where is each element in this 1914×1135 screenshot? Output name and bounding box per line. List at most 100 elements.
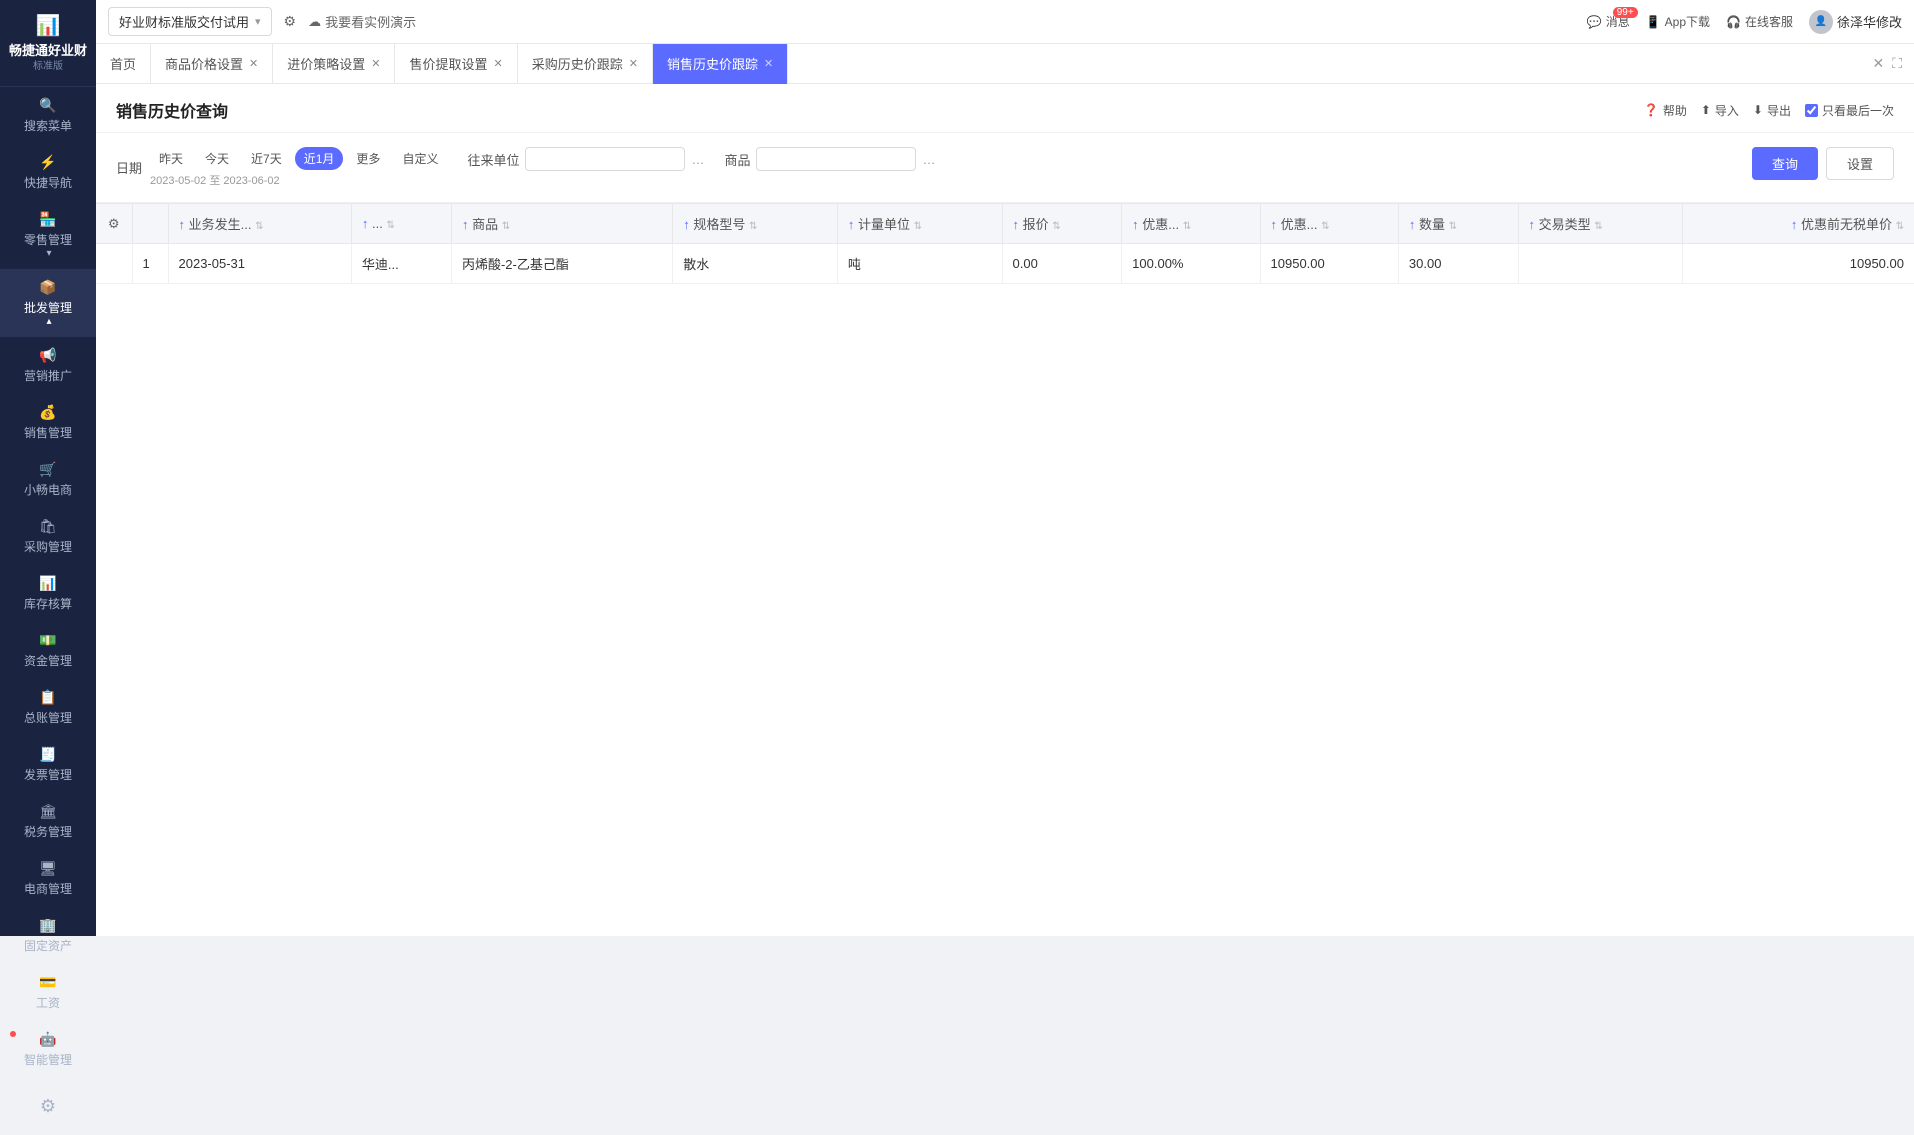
date-btn-more[interactable]: 更多 <box>347 147 389 170</box>
app-download-button[interactable]: 📱 App下载 <box>1646 13 1710 30</box>
sales-icon: 💰 <box>39 404 56 421</box>
quicknav-icon: ⚡ <box>39 154 56 171</box>
product-label: 好业财标准版交付试用 <box>119 12 249 31</box>
close-icon[interactable]: ✕ <box>494 57 503 70</box>
sidebar-item-label: 搜索菜单 <box>24 117 72 134</box>
th-goods[interactable]: ↑ 商品 ⇅ <box>451 204 672 244</box>
sidebar-item-search[interactable]: 🔍 搜索菜单 <box>0 87 96 144</box>
tab-sale-price-extract[interactable]: 售价提取设置 ✕ <box>395 44 517 84</box>
invoice-icon: 🧾 <box>39 746 56 763</box>
date-btn-yesterday[interactable]: 昨天 <box>150 147 192 170</box>
sidebar-item-label: 资金管理 <box>24 652 72 669</box>
help-button[interactable]: ❓ 帮助 <box>1644 102 1687 119</box>
maximize-icon[interactable]: ⛶ <box>1892 55 1902 72</box>
th-extra[interactable]: ↑ ... ⇅ <box>351 204 451 244</box>
message-button[interactable]: 💬 消息 99+ <box>1587 13 1630 30</box>
demo-button[interactable]: ☁ 我要看实例演示 <box>308 12 416 31</box>
avatar: 👤 <box>1809 10 1833 34</box>
page-header-actions: ❓ 帮助 ⬆ 导入 ⬇ 导出 只看最后一次 <box>1644 102 1894 119</box>
query-button[interactable]: 查询 <box>1752 147 1818 180</box>
sidebar-bottom: ⚙ <box>0 1078 96 1135</box>
tab-sales-history-label: 销售历史价跟踪 <box>667 54 758 73</box>
sidebar-item-tax[interactable]: 🏛 税务管理 <box>0 793 96 850</box>
date-range-display: 2023-05-02 至 2023-06-02 <box>150 172 447 188</box>
table-row[interactable]: 1 2023-05-31 华迪... 丙烯酸-2-乙基己酯 散水 吨 0.00 … <box>96 244 1914 284</box>
tab-home[interactable]: 首页 <box>96 44 151 84</box>
sidebar-item-ledger[interactable]: 📋 总账管理 <box>0 679 96 736</box>
date-btn-custom[interactable]: 自定义 <box>393 147 447 170</box>
demo-label: 我要看实例演示 <box>325 12 416 31</box>
sidebar-item-ecommerce[interactable]: 🖥 电商管理 <box>0 850 96 907</box>
sidebar-item-salary[interactable]: 💳 工资 <box>0 964 96 1021</box>
close-icon[interactable]: ✕ <box>629 57 638 70</box>
only-last-input[interactable] <box>1805 104 1818 117</box>
sidebar-item-label: 营销推广 <box>24 367 72 384</box>
th-price[interactable]: ↑ 报价 ⇅ <box>1002 204 1122 244</box>
sidebar-item-ecommerce-small[interactable]: 🛒 小畅电商 <box>0 451 96 508</box>
th-spec[interactable]: ↑ 规格型号 ⇅ <box>673 204 838 244</box>
product-selector[interactable]: 好业财标准版交付试用 ▾ <box>108 7 272 36</box>
th-unit[interactable]: ↑ 计量单位 ⇅ <box>837 204 1002 244</box>
export-icon: ⬇ <box>1753 103 1763 117</box>
th-discount2[interactable]: ↑ 优惠... ⇅ <box>1260 204 1398 244</box>
partner-label: 往来单位 <box>467 150 519 169</box>
sidebar-item-inventory[interactable]: 📊 库存核算 <box>0 565 96 622</box>
only-last-checkbox[interactable]: 只看最后一次 <box>1805 102 1894 119</box>
sidebar-item-retail[interactable]: 🏪 零售管理 ▾ <box>0 201 96 269</box>
tab-purchase-history[interactable]: 采购历史价跟踪 ✕ <box>518 44 653 84</box>
sort-icon: ⇅ <box>1052 221 1060 232</box>
th-date[interactable]: ↑ 业务发生... ⇅ <box>168 204 351 244</box>
settings-icon[interactable]: ⚙ <box>32 1088 64 1125</box>
cell-num: 1 <box>132 244 168 284</box>
online-service-label: 在线客服 <box>1745 13 1793 30</box>
sort-up-icon: ↑ <box>1529 217 1536 232</box>
sidebar-item-label: 总账管理 <box>24 709 72 726</box>
sidebar-item-marketing[interactable]: 📢 营销推广 <box>0 337 96 394</box>
sidebar-item-finance[interactable]: 💵 资金管理 <box>0 622 96 679</box>
gear-icon: ⚙ <box>108 216 120 231</box>
th-pretax-price[interactable]: ↑ 优惠前无税单价 ⇅ <box>1683 204 1914 244</box>
tab-sales-history[interactable]: 销售历史价跟踪 ✕ <box>653 44 788 84</box>
message-badge: 99+ <box>1613 7 1638 18</box>
sidebar-item-sales[interactable]: 💰 销售管理 <box>0 394 96 451</box>
date-btn-1month[interactable]: 近1月 <box>295 147 344 170</box>
goods-more-icon[interactable]: … <box>922 152 935 167</box>
sidebar-item-ai[interactable]: 🤖 智能管理 <box>0 1021 96 1078</box>
partner-input[interactable] <box>525 147 685 171</box>
import-button[interactable]: ⬆ 导入 <box>1701 102 1739 119</box>
settings-button[interactable]: 设置 <box>1826 147 1894 180</box>
gear-icon[interactable]: ⚙ <box>284 13 297 30</box>
close-icon[interactable]: ✕ <box>249 57 258 70</box>
online-service-button[interactable]: 🎧 在线客服 <box>1726 13 1793 30</box>
partner-more-icon[interactable]: … <box>691 152 704 167</box>
close-icon[interactable]: ✕ <box>764 57 773 70</box>
th-num[interactable] <box>132 204 168 244</box>
sidebar-item-label: 发票管理 <box>24 766 72 783</box>
ecommerce-small-icon: 🛒 <box>39 461 56 478</box>
th-trade-type[interactable]: ↑ 交易类型 ⇅ <box>1518 204 1683 244</box>
sort-icon: ⇅ <box>1183 221 1191 232</box>
date-btn-today[interactable]: 今天 <box>196 147 238 170</box>
th-qty[interactable]: ↑ 数量 ⇅ <box>1398 204 1518 244</box>
sidebar-logo: 📊 畅捷通好业财 标准版 <box>0 0 96 87</box>
tab-purchase-strategy[interactable]: 进价策略设置 ✕ <box>273 44 395 84</box>
sidebar-item-quicknav[interactable]: ⚡ 快捷导航 <box>0 144 96 201</box>
table-container: ⚙ ↑ 业务发生... ⇅ ↑ ... ⇅ ↑ 商 <box>96 203 1914 284</box>
import-label: 导入 <box>1715 102 1739 119</box>
sidebar-item-wholesale[interactable]: 📦 批发管理 ▴ <box>0 269 96 337</box>
date-btn-7days[interactable]: 近7天 <box>242 147 291 170</box>
tab-price-settings[interactable]: 商品价格设置 ✕ <box>151 44 273 84</box>
th-discount1[interactable]: ↑ 优惠... ⇅ <box>1122 204 1260 244</box>
sidebar-item-label: 销售管理 <box>24 424 72 441</box>
sort-icon: ⇅ <box>1896 221 1904 232</box>
close-window-icon[interactable]: ✕ <box>1872 55 1884 72</box>
goods-input[interactable] <box>756 147 916 171</box>
th-gear[interactable]: ⚙ <box>96 204 132 244</box>
sidebar-item-purchase[interactable]: 🛍 采购管理 <box>0 508 96 565</box>
export-button[interactable]: ⬇ 导出 <box>1753 102 1791 119</box>
main-content: 好业财标准版交付试用 ▾ ⚙ ☁ 我要看实例演示 💬 消息 99+ 📱 App下… <box>96 0 1914 936</box>
user-menu[interactable]: 👤 徐泽华修改 <box>1809 10 1902 34</box>
marketing-icon: 📢 <box>39 347 56 364</box>
sidebar-item-invoice[interactable]: 🧾 发票管理 <box>0 736 96 793</box>
close-icon[interactable]: ✕ <box>371 57 380 70</box>
